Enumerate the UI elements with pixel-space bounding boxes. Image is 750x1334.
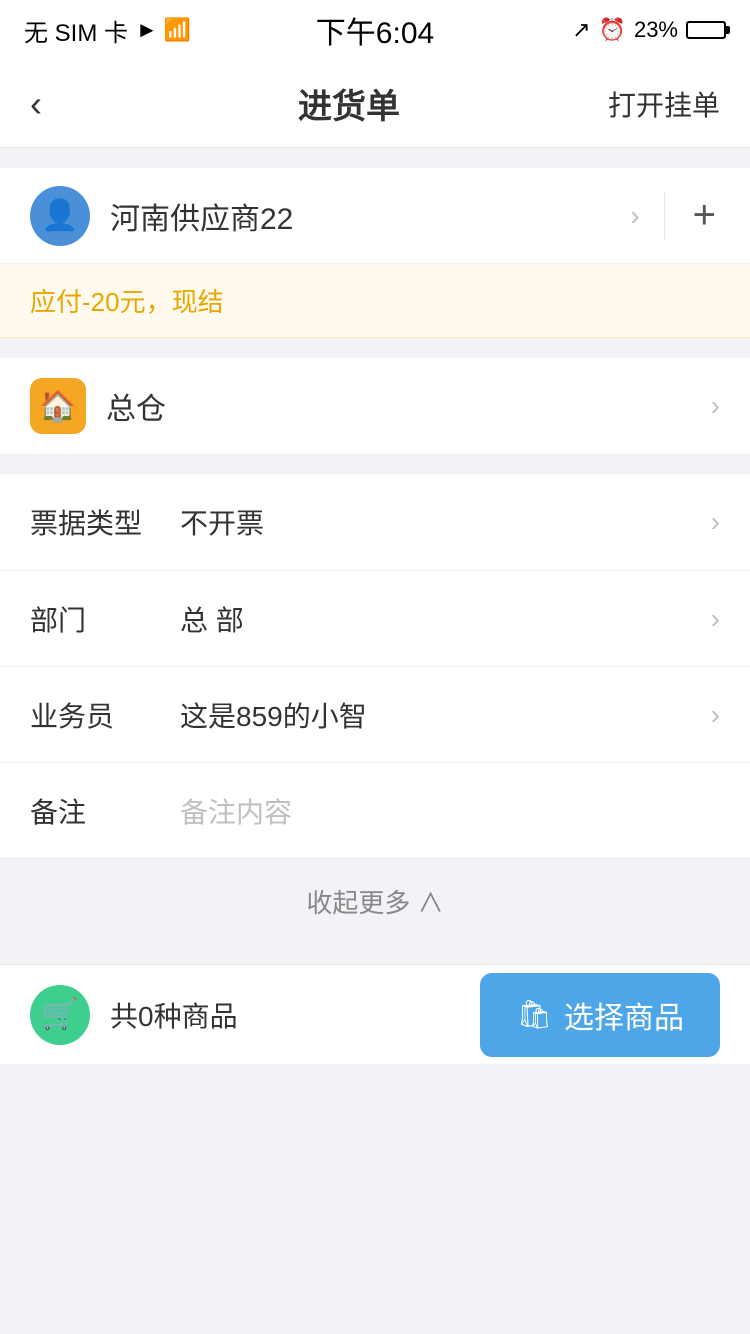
supplier-name: 河南供应商22 xyxy=(110,194,630,238)
invoice-label: 票据类型 xyxy=(30,502,170,542)
carrier-label: 无 SIM 卡 xyxy=(24,13,128,48)
cart-icon: 🛒 xyxy=(41,997,78,1032)
status-bar-time: 下午6:04 xyxy=(316,8,434,52)
warehouse-card: 🏠 总仓 › xyxy=(0,358,750,454)
warehouse-icon: 🏠 xyxy=(30,378,86,434)
nav-bar: ‹ 进货单 打开挂单 xyxy=(0,60,750,148)
notice-text: 应付-20元，现结 xyxy=(30,287,224,317)
collapse-label: 收起更多 ∧ xyxy=(306,888,443,918)
avatar-icon: 👤 xyxy=(41,198,78,233)
supplier-avatar: 👤 xyxy=(30,186,90,246)
supplier-card: 👤 河南供应商22 › + 应付-20元，现结 xyxy=(0,168,750,338)
select-product-label: 选择商品 xyxy=(564,993,684,1037)
salesman-chevron-icon: › xyxy=(711,699,720,731)
remark-label: 备注 xyxy=(30,791,170,831)
battery-icon xyxy=(686,21,726,39)
warehouse-chevron-icon: › xyxy=(711,390,720,422)
invoice-row[interactable]: 票据类型 不开票 › xyxy=(0,474,750,570)
gap-1 xyxy=(0,148,750,168)
select-product-button[interactable]: 🛍 选择商品 xyxy=(480,973,720,1057)
vertical-divider xyxy=(664,191,665,241)
gap-2 xyxy=(0,338,750,358)
salesman-value: 这是859的小智 xyxy=(170,695,711,735)
dept-value: 总 部 xyxy=(170,599,711,639)
salesman-label: 业务员 xyxy=(30,695,170,735)
dept-chevron-icon: › xyxy=(711,603,720,635)
dept-row[interactable]: 部门 总 部 › xyxy=(0,570,750,666)
wifi-icon: ►︎ 📶 xyxy=(136,17,191,43)
invoice-value: 不开票 xyxy=(170,502,711,542)
remark-input[interactable]: 备注内容 xyxy=(170,791,720,831)
battery-percent: 23% xyxy=(634,17,678,43)
supplier-chevron-icon: › xyxy=(630,200,639,232)
dept-label: 部门 xyxy=(30,599,170,639)
cart-icon-wrap: 🛒 xyxy=(30,985,90,1045)
back-button[interactable]: ‹ xyxy=(30,83,90,125)
form-card: 票据类型 不开票 › 部门 总 部 › 业务员 这是859的小智 › 备注 备注… xyxy=(0,474,750,858)
collapse-row[interactable]: 收起更多 ∧ xyxy=(0,858,750,944)
invoice-chevron-icon: › xyxy=(711,506,720,538)
page-title: 进货单 xyxy=(298,79,400,128)
status-bar-left: 无 SIM 卡 ►︎ 📶 xyxy=(24,13,191,48)
gap-3 xyxy=(0,454,750,474)
supplier-row[interactable]: 👤 河南供应商22 › + xyxy=(0,168,750,264)
warehouse-name: 总仓 xyxy=(106,384,711,428)
notice-bar: 应付-20元，现结 xyxy=(0,264,750,338)
alarm-icon: ⏰ xyxy=(599,17,626,43)
bottom-bar: 🛒 共0种商品 🛍 选择商品 xyxy=(0,964,750,1064)
remark-row[interactable]: 备注 备注内容 xyxy=(0,762,750,858)
product-count: 共0种商品 xyxy=(110,995,460,1035)
add-supplier-button[interactable]: + xyxy=(689,193,720,238)
location-icon: ↗ xyxy=(572,17,590,43)
status-bar-right: ↗ ⏰ 23% xyxy=(572,17,726,43)
open-pending-button[interactable]: 打开挂单 xyxy=(608,84,720,124)
status-bar: 无 SIM 卡 ►︎ 📶 下午6:04 ↗ ⏰ 23% xyxy=(0,0,750,60)
warehouse-row[interactable]: 🏠 总仓 › xyxy=(0,358,750,454)
select-product-icon: 🛍 xyxy=(516,998,552,1031)
salesman-row[interactable]: 业务员 这是859的小智 › xyxy=(0,666,750,762)
